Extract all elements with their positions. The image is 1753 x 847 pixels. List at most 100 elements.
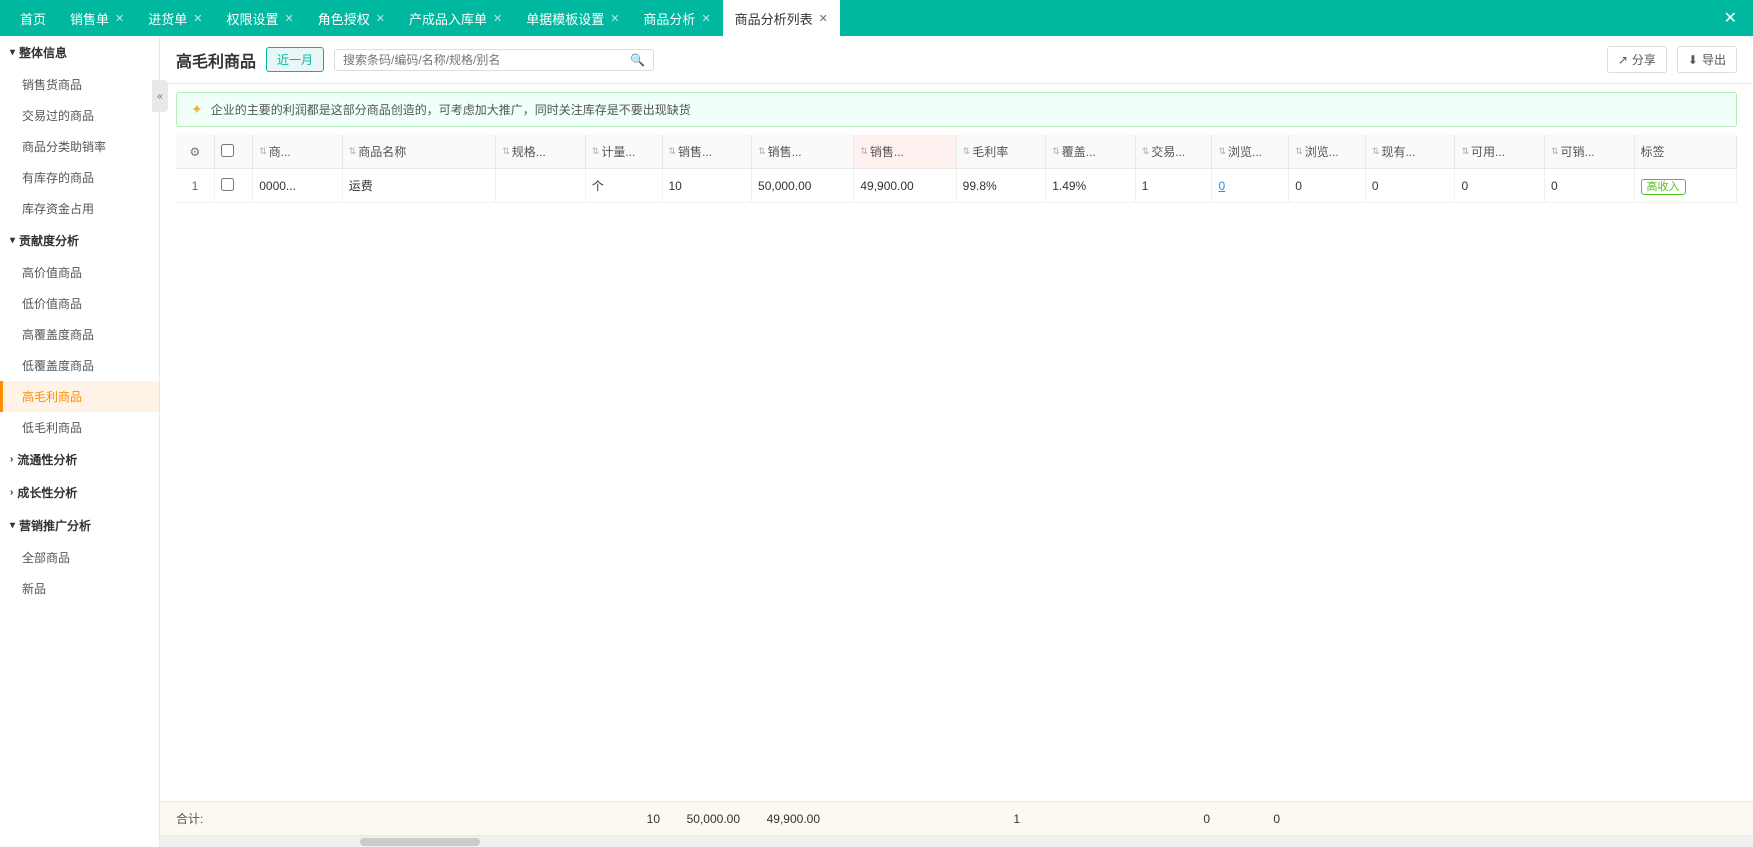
sidebar-collapse-button[interactable]: « — [152, 80, 168, 112]
scrollbar-thumb[interactable] — [360, 838, 480, 846]
close-permission-tab[interactable]: ✕ — [285, 12, 294, 25]
sidebar-item-low-coverage[interactable]: 低覆盖度商品 — [0, 350, 159, 381]
sort-browse1-icon: ⇅ — [1218, 146, 1226, 157]
close-template-tab[interactable]: ✕ — [610, 12, 619, 25]
sidebar-item-all-goods[interactable]: 全部商品 — [0, 542, 159, 573]
arrow-overall: ▾ — [10, 47, 15, 58]
col-name[interactable]: ⇅商品名称 — [342, 135, 495, 169]
export-button[interactable]: ⬇ 导出 — [1677, 46, 1737, 73]
share-button[interactable]: ↗ 分享 — [1607, 46, 1667, 73]
sidebar-item-low-margin[interactable]: 低毛利商品 — [0, 412, 159, 443]
sort-current-icon: ⇅ — [1372, 146, 1380, 157]
nav-product-in[interactable]: 产成品入库单 ✕ — [397, 0, 514, 36]
col-browse1[interactable]: ⇅浏览... — [1212, 135, 1289, 169]
window-close-button[interactable]: ✕ — [1716, 8, 1745, 28]
nav-template[interactable]: 单据模板设置 ✕ — [514, 0, 631, 36]
close-analysis-list-tab[interactable]: ✕ — [819, 12, 828, 25]
search-input[interactable] — [343, 53, 626, 67]
nav-sales[interactable]: 销售单 ✕ — [58, 0, 136, 36]
sort-coverage-icon: ⇅ — [1052, 146, 1060, 157]
sort-sku-icon: ⇅ — [259, 146, 267, 157]
nav-role[interactable]: 角色授权 ✕ — [306, 0, 397, 36]
col-sku[interactable]: ⇅商... — [253, 135, 343, 169]
cell-checkbox[interactable] — [214, 169, 252, 203]
col-sellable[interactable]: ⇅可销... — [1544, 135, 1634, 169]
cell-browse1[interactable]: 0 — [1212, 169, 1289, 203]
filter-recent-month-button[interactable]: 近一月 — [266, 47, 324, 72]
cell-unit: 个 — [585, 169, 662, 203]
select-all-checkbox[interactable] — [221, 144, 234, 157]
col-spec[interactable]: ⇅规格... — [496, 135, 586, 169]
sidebar-item-in-stock[interactable]: 有库存的商品 — [0, 162, 159, 193]
cell-browse2: 0 — [1289, 169, 1366, 203]
tag-badge: 高收入 — [1641, 179, 1686, 195]
col-browse2[interactable]: ⇅浏览... — [1289, 135, 1366, 169]
info-banner: ✦ 企业的主要的利润都是这部分商品创造的，可考虑加大推广，同时关注库存是不要出现… — [176, 92, 1737, 127]
footer-label: 合计: — [176, 810, 416, 827]
browse1-link[interactable]: 0 — [1218, 179, 1225, 193]
sidebar-item-high-margin[interactable]: 高毛利商品 — [0, 381, 159, 412]
close-product-in-tab[interactable]: ✕ — [493, 12, 502, 25]
sidebar-group-marketing[interactable]: ▾ 营销推广分析 — [0, 509, 159, 542]
sidebar-item-low-value[interactable]: 低价值商品 — [0, 288, 159, 319]
col-sales2[interactable]: ⇅销售... — [752, 135, 854, 169]
close-sales-tab[interactable]: ✕ — [115, 12, 124, 25]
sort-browse2-icon: ⇅ — [1295, 146, 1303, 157]
col-sales1[interactable]: ⇅销售... — [662, 135, 752, 169]
export-icon: ⬇ — [1688, 53, 1698, 67]
main-layout: ▾ 整体信息 销售货商品 交易过的商品 商品分类助销率 有库存的商品 库存资金占… — [0, 36, 1753, 847]
sidebar-item-stock-capital[interactable]: 库存资金占用 — [0, 193, 159, 224]
cell-coverage: 1.49% — [1046, 169, 1136, 203]
close-purchase-tab[interactable]: ✕ — [193, 12, 202, 25]
col-checkbox[interactable] — [214, 135, 252, 169]
cell-no: 1 — [176, 169, 214, 203]
sidebar-item-traded-goods[interactable]: 交易过的商品 — [0, 100, 159, 131]
close-role-tab[interactable]: ✕ — [376, 12, 385, 25]
sort-available-icon: ⇅ — [1461, 146, 1469, 157]
arrow-marketing: ▾ — [10, 520, 15, 531]
sidebar-item-category-rate[interactable]: 商品分类助销率 — [0, 131, 159, 162]
sidebar-group-flow[interactable]: › 流通性分析 — [0, 443, 159, 476]
sidebar-item-sales-goods[interactable]: 销售货商品 — [0, 69, 159, 100]
table-row: 1 0000... 运费 个 10 50,000.00 49,900.00 99… — [176, 169, 1737, 203]
sidebar-group-contribution[interactable]: ▾ 贡献度分析 — [0, 224, 159, 257]
col-coverage[interactable]: ⇅覆盖... — [1046, 135, 1136, 169]
col-available[interactable]: ⇅可用... — [1455, 135, 1545, 169]
info-icon: ✦ — [191, 101, 203, 118]
sidebar-item-high-value[interactable]: 高价值商品 — [0, 257, 159, 288]
page-title: 高毛利商品 — [176, 48, 256, 72]
close-analysis-tab[interactable]: ✕ — [701, 12, 710, 25]
arrow-flow: › — [10, 454, 13, 465]
sidebar-group-overall[interactable]: ▾ 整体信息 — [0, 36, 159, 69]
content-area: 高毛利商品 近一月 🔍 ↗ 分享 ⬇ 导出 ✦ 企业的主要的利润都是这部分商品创… — [160, 36, 1753, 847]
sidebar: ▾ 整体信息 销售货商品 交易过的商品 商品分类助销率 有库存的商品 库存资金占… — [0, 36, 160, 847]
row-checkbox[interactable] — [221, 178, 234, 191]
col-sales3[interactable]: ⇅销售... — [854, 135, 956, 169]
col-trade[interactable]: ⇅交易... — [1135, 135, 1212, 169]
sidebar-item-high-coverage[interactable]: 高覆盖度商品 — [0, 319, 159, 350]
settings-icon[interactable]: ⚙ — [190, 145, 201, 159]
arrow-growth: › — [10, 487, 13, 498]
nav-permission[interactable]: 权限设置 ✕ — [214, 0, 305, 36]
horizontal-scrollbar[interactable] — [160, 835, 1753, 847]
footer-trade-val: 1 — [966, 812, 1026, 826]
col-settings[interactable]: ⚙ — [176, 135, 214, 169]
sidebar-group-growth[interactable]: › 成长性分析 — [0, 476, 159, 509]
search-icon[interactable]: 🔍 — [630, 53, 645, 67]
col-unit[interactable]: ⇅计量... — [585, 135, 662, 169]
share-icon: ↗ — [1618, 53, 1628, 67]
sort-gross-icon: ⇅ — [963, 146, 971, 157]
sidebar-item-new-goods[interactable]: 新品 — [0, 573, 159, 604]
nav-home[interactable]: 首页 — [8, 0, 58, 36]
nav-purchase[interactable]: 进货单 ✕ — [136, 0, 214, 36]
col-current[interactable]: ⇅现有... — [1365, 135, 1455, 169]
content-header: 高毛利商品 近一月 🔍 ↗ 分享 ⬇ 导出 — [160, 36, 1753, 84]
sort-unit-icon: ⇅ — [592, 146, 600, 157]
col-gross-rate[interactable]: ⇅毛利率 — [956, 135, 1046, 169]
search-box-container: 🔍 — [334, 49, 654, 71]
footer-gross — [826, 812, 896, 826]
nav-analysis[interactable]: 商品分析 ✕ — [631, 0, 722, 36]
cell-sellable: 0 — [1544, 169, 1634, 203]
col-tag[interactable]: 标签 — [1634, 135, 1736, 169]
nav-analysis-list[interactable]: 商品分析列表 ✕ — [723, 0, 840, 36]
